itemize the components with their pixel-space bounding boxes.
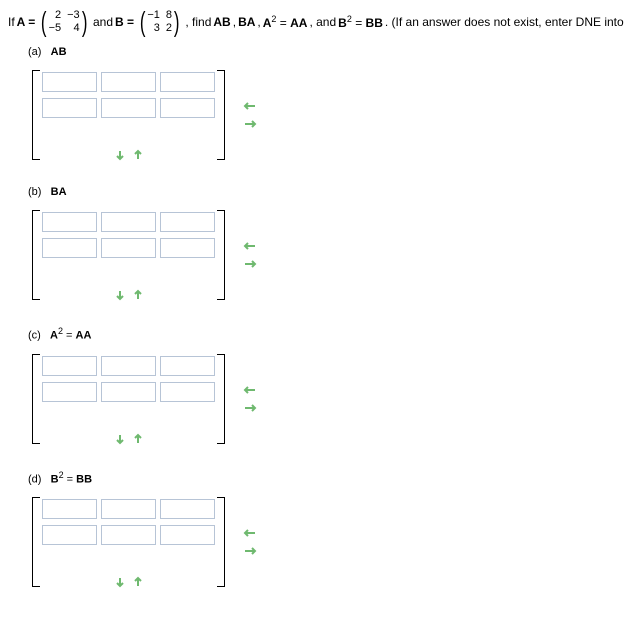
text: , find (185, 15, 211, 29)
bracket-right (217, 210, 225, 300)
matrix-cell-input[interactable] (42, 499, 97, 519)
matrix-cell-input[interactable] (101, 212, 156, 232)
matrix-cell-input[interactable] (42, 525, 97, 545)
matrix-cell: 3 (147, 22, 160, 35)
add-column-icon[interactable] (131, 288, 145, 302)
text: A = (17, 15, 36, 29)
text: B2 = BB (338, 14, 383, 30)
text-bold: BA (238, 15, 255, 29)
part-label-c: (c) A2 = AA (28, 326, 616, 342)
bracket-left (32, 210, 40, 300)
matrix-input-a (28, 64, 616, 166)
text: , (257, 15, 260, 29)
paren-right: ) (82, 8, 88, 36)
text: If (8, 15, 15, 29)
remove-row-icon[interactable] (243, 239, 257, 253)
paren-left: ( (41, 8, 47, 36)
matrix-b: ( −1 8 3 2 ) (138, 8, 181, 36)
matrix-cell-input[interactable] (160, 499, 215, 519)
bracket-left (32, 497, 40, 587)
matrix-cell: 4 (67, 22, 80, 35)
part-label-a: (a) AB (28, 46, 616, 58)
matrix-cell-input[interactable] (160, 98, 215, 118)
matrix-cell-input[interactable] (160, 238, 215, 258)
matrix-cell-input[interactable] (160, 525, 215, 545)
bracket-right (217, 354, 225, 444)
add-column-icon[interactable] (131, 575, 145, 589)
matrix-cell-input[interactable] (160, 212, 215, 232)
part-label-d: (d) B2 = BB (28, 470, 616, 486)
remove-row-icon[interactable] (243, 526, 257, 540)
add-row-icon[interactable] (243, 544, 257, 558)
matrix-input-b (28, 204, 616, 306)
matrix-cell: 2 (166, 22, 172, 35)
matrix-cell-input[interactable] (101, 98, 156, 118)
add-row-icon[interactable] (243, 117, 257, 131)
matrix-cell-input[interactable] (42, 238, 97, 258)
matrix-cell-input[interactable] (101, 238, 156, 258)
remove-column-icon[interactable] (113, 432, 127, 446)
matrix-cell-input[interactable] (101, 72, 156, 92)
part-c: (c) A2 = AA (28, 326, 616, 450)
matrix-a: ( 2 −3 −5 4 ) (39, 8, 89, 36)
bracket-right (217, 497, 225, 587)
matrix-cell-input[interactable] (160, 382, 215, 402)
matrix-cell-input[interactable] (101, 382, 156, 402)
matrix-cell-input[interactable] (42, 72, 97, 92)
remove-column-icon[interactable] (113, 288, 127, 302)
remove-row-icon[interactable] (243, 99, 257, 113)
remove-column-icon[interactable] (113, 575, 127, 589)
bracket-left (32, 70, 40, 160)
add-column-icon[interactable] (131, 432, 145, 446)
paren-right: ) (174, 8, 180, 36)
add-column-icon[interactable] (131, 148, 145, 162)
matrix-cell-input[interactable] (42, 382, 97, 402)
matrix-cell-input[interactable] (160, 356, 215, 376)
remove-row-icon[interactable] (243, 383, 257, 397)
matrix-cell: −1 (147, 9, 160, 22)
matrix-cell: −3 (67, 9, 80, 22)
text: . (If an answer does not exist, enter DN… (385, 15, 624, 29)
matrix-cell: −5 (49, 22, 62, 35)
matrix-cell-input[interactable] (101, 356, 156, 376)
matrix-cell-input[interactable] (101, 525, 156, 545)
text-bold: AB (213, 15, 230, 29)
text: , (233, 15, 236, 29)
part-d: (d) B2 = BB (28, 470, 616, 594)
matrix-cell-input[interactable] (101, 499, 156, 519)
text: B = (115, 15, 134, 29)
bracket-right (217, 70, 225, 160)
matrix-cell-input[interactable] (160, 72, 215, 92)
matrix-input-c (28, 348, 616, 450)
matrix-cell-input[interactable] (42, 212, 97, 232)
add-row-icon[interactable] (243, 257, 257, 271)
bracket-left (32, 354, 40, 444)
matrix-cell-input[interactable] (42, 356, 97, 376)
part-b: (b) BA (28, 186, 616, 306)
part-label-b: (b) BA (28, 186, 616, 198)
matrix-cell: 8 (166, 9, 172, 22)
remove-column-icon[interactable] (113, 148, 127, 162)
text: , and (309, 15, 336, 29)
problem-statement: If A = ( 2 −3 −5 4 ) and B = ( −1 8 3 2 … (8, 8, 616, 36)
text: A2 = AA (263, 14, 308, 30)
add-row-icon[interactable] (243, 401, 257, 415)
matrix-cell: 2 (49, 9, 62, 22)
text: and (93, 15, 113, 29)
paren-left: ( (140, 8, 146, 36)
matrix-input-d (28, 491, 616, 593)
part-a: (a) AB (28, 46, 616, 166)
matrix-cell-input[interactable] (42, 98, 97, 118)
